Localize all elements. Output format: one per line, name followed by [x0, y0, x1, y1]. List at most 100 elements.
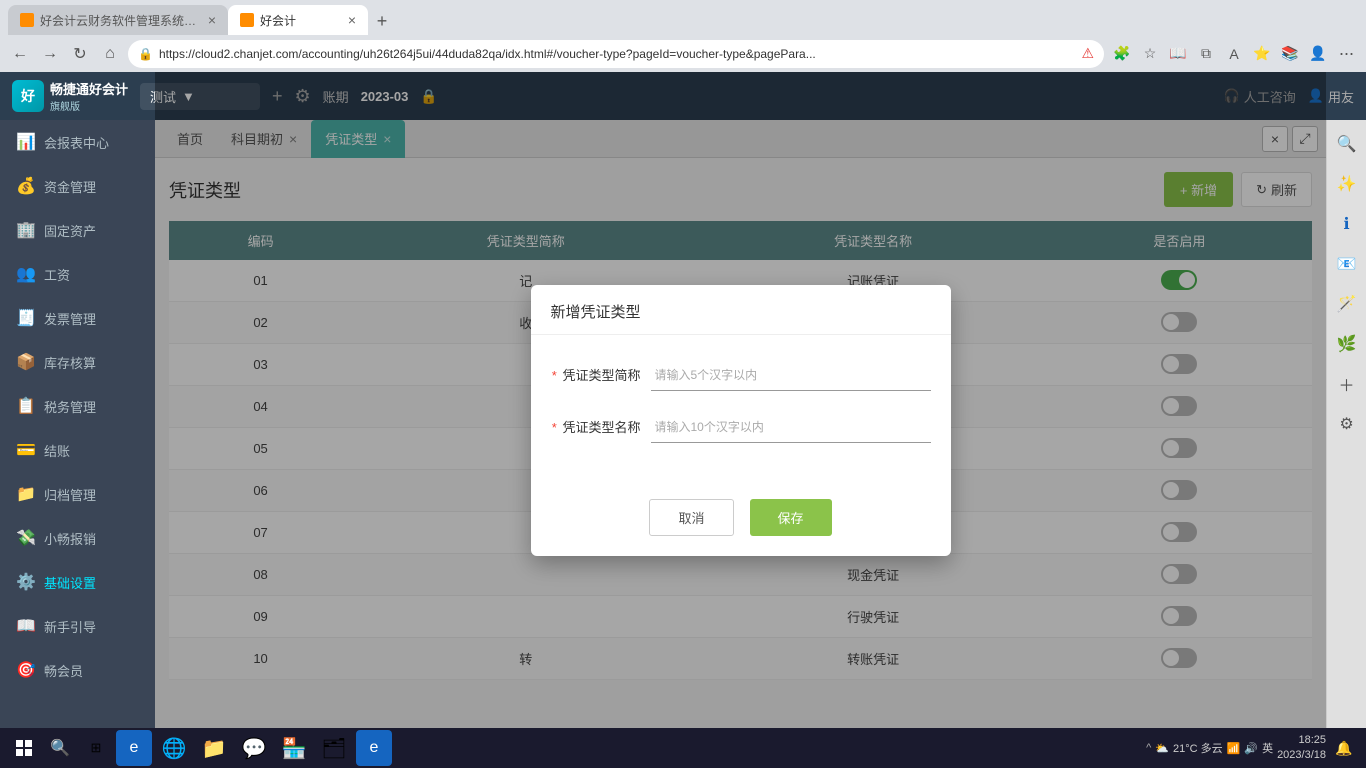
sidebar-item-checkout[interactable]: 💳 结账: [0, 428, 155, 472]
sidebar-item-settings[interactable]: ⚙️ 基础设置: [0, 560, 155, 604]
sidebar-item-archive[interactable]: 📁 归档管理: [0, 472, 155, 516]
dialog-overlay: 新增凭证类型 * 凭证类型简称 * 凭证类型名称 取消 保存: [155, 72, 1326, 768]
home-button[interactable]: ⌂: [98, 42, 122, 66]
collections-btn[interactable]: 📚: [1278, 42, 1302, 66]
cancel-button[interactable]: 取消: [649, 499, 733, 536]
expand-tray-btn[interactable]: ^: [1146, 742, 1151, 754]
lang-indicator: 英: [1262, 740, 1273, 756]
url-warning-icon: ⚠: [1081, 45, 1094, 62]
abbr-label: * 凭证类型简称: [551, 365, 651, 384]
rs-feishu-btn[interactable]: 🪄: [1331, 288, 1363, 320]
dialog-title: 新增凭证类型: [551, 304, 641, 321]
taskbar-store-app[interactable]: 🏪: [276, 730, 312, 766]
name-label: * 凭证类型名称: [551, 417, 651, 436]
rs-plus-btn[interactable]: ＋: [1331, 368, 1363, 400]
new-tab-button[interactable]: +: [368, 7, 396, 35]
profile-btn[interactable]: 👤: [1306, 42, 1330, 66]
menu-btn[interactable]: ···: [1334, 42, 1358, 66]
systray: ^ ⛅ 21°C 多云 📶 🔊 英: [1146, 740, 1273, 756]
dialog-footer: 取消 保存: [531, 487, 951, 556]
dialog-header: 新增凭证类型: [531, 285, 951, 335]
tab-1-close[interactable]: ×: [208, 12, 216, 28]
logo-text-group: 畅捷通好会计 旗舰版: [50, 79, 128, 113]
taskbar-wechat-app[interactable]: 💬: [236, 730, 272, 766]
browser-tab-1[interactable]: 好会计云财务软件管理系统_会计 ×: [8, 5, 228, 35]
forward-button[interactable]: →: [38, 42, 62, 66]
translate-btn[interactable]: A: [1222, 42, 1246, 66]
star-btn[interactable]: ☆: [1138, 42, 1162, 66]
member-icon: 🎯: [16, 660, 36, 680]
back-button[interactable]: ←: [8, 42, 32, 66]
sidebar-label-member: 畅会员: [44, 661, 83, 680]
save-button[interactable]: 保存: [750, 499, 832, 536]
url-text: https://cloud2.chanjet.com/accounting/uh…: [159, 47, 1075, 61]
tab-2-favicon: [240, 13, 254, 27]
start-button[interactable]: [8, 732, 40, 764]
network-icon: 📶: [1227, 742, 1241, 755]
sidebar-label-inventory: 库存核算: [44, 353, 96, 372]
extensions-btn[interactable]: 🧩: [1110, 42, 1134, 66]
logo-sub: 旗舰版: [50, 98, 128, 113]
tab-2-label: 好会计: [260, 12, 342, 29]
reading-btn[interactable]: 📖: [1166, 42, 1190, 66]
rs-ai-btn[interactable]: ✨: [1331, 168, 1363, 200]
sidebar: 📊 会报表中心 💰 资金管理 🏢 固定资产 👥 工资 🧾 发票管理 📦: [0, 120, 155, 768]
taskbar-files-app[interactable]: 🗂: [316, 730, 352, 766]
sidebar-item-salary[interactable]: 👥 工资: [0, 252, 155, 296]
add-voucher-type-dialog: 新增凭证类型 * 凭证类型简称 * 凭证类型名称 取消 保存: [531, 285, 951, 556]
date-display: 2023/3/18: [1277, 748, 1326, 763]
app-logo: 好 畅捷通好会计 旗舰版: [12, 79, 128, 113]
user-label: 用友: [1328, 87, 1354, 106]
rs-search-btn[interactable]: 🔍: [1331, 128, 1363, 160]
name-required-mark: *: [552, 420, 557, 435]
fixed-assets-icon: 🏢: [16, 220, 36, 240]
sidebar-label-fixed-assets: 固定资产: [44, 221, 96, 240]
rs-leaf-btn[interactable]: 🌿: [1331, 328, 1363, 360]
favorites-btn[interactable]: ⭐: [1250, 42, 1274, 66]
sidebar-item-fixed-assets[interactable]: 🏢 固定资产: [0, 208, 155, 252]
taskbar-edge-app[interactable]: e: [116, 730, 152, 766]
sidebar-item-capital[interactable]: 💰 资金管理: [0, 164, 155, 208]
name-row: * 凭证类型名称: [551, 411, 931, 443]
abbr-required-mark: *: [552, 368, 557, 383]
taskbar-explorer-app[interactable]: 📁: [196, 730, 232, 766]
logo-text: 畅捷通好会计: [50, 79, 128, 98]
sidebar-item-invoice[interactable]: 🧾 发票管理: [0, 296, 155, 340]
rs-gear-btn[interactable]: ⚙: [1331, 408, 1363, 440]
name-input[interactable]: [651, 411, 931, 443]
sidebar-label-expense: 小畅报销: [44, 529, 96, 548]
logo-icon: 好: [12, 80, 44, 112]
sidebar-item-member[interactable]: 🎯 畅会员: [0, 648, 155, 692]
right-sidebar: 🔍 ✨ ℹ 📧 🪄 🌿 ＋ ⚙: [1326, 120, 1366, 768]
sidebar-item-expense[interactable]: 💸 小畅报销: [0, 516, 155, 560]
volume-icon: 🔊: [1244, 742, 1258, 755]
split-btn[interactable]: ⧉: [1194, 42, 1218, 66]
sidebar-label-capital: 资金管理: [44, 177, 96, 196]
sidebar-item-inventory[interactable]: 📦 库存核算: [0, 340, 155, 384]
taskbar-search-btn[interactable]: 🔍: [44, 732, 76, 764]
taskbar-time: 18:25 2023/3/18: [1277, 733, 1326, 764]
sidebar-item-guide[interactable]: 📖 新手引导: [0, 604, 155, 648]
rs-outlook-btn[interactable]: 📧: [1331, 248, 1363, 280]
taskbar-chrome-app[interactable]: 🌐: [156, 730, 192, 766]
browser-tab-2[interactable]: 好会计 ×: [228, 5, 368, 35]
capital-icon: 💰: [16, 176, 36, 196]
url-bar[interactable]: 🔒 https://cloud2.chanjet.com/accounting/…: [128, 40, 1104, 68]
task-view-btn[interactable]: ⊞: [80, 732, 112, 764]
sidebar-label-settings: 基础设置: [44, 573, 96, 592]
security-icon: 🔒: [138, 47, 153, 61]
checkout-icon: 💳: [16, 440, 36, 460]
refresh-button[interactable]: ↻: [68, 42, 92, 66]
weather-text: 21°C 多云: [1173, 740, 1223, 756]
sidebar-item-tax[interactable]: 📋 税务管理: [0, 384, 155, 428]
abbr-input[interactable]: [651, 359, 931, 391]
tab-2-close[interactable]: ×: [348, 12, 356, 28]
sidebar-label-tax: 税务管理: [44, 397, 96, 416]
expense-icon: 💸: [16, 528, 36, 548]
rs-info-btn[interactable]: ℹ: [1331, 208, 1363, 240]
inventory-icon: 📦: [16, 352, 36, 372]
taskbar-browser-app[interactable]: e: [356, 730, 392, 766]
sidebar-item-reports[interactable]: 📊 会报表中心: [0, 120, 155, 164]
sidebar-label-salary: 工资: [44, 265, 70, 284]
notification-btn[interactable]: 🔔: [1330, 734, 1358, 762]
